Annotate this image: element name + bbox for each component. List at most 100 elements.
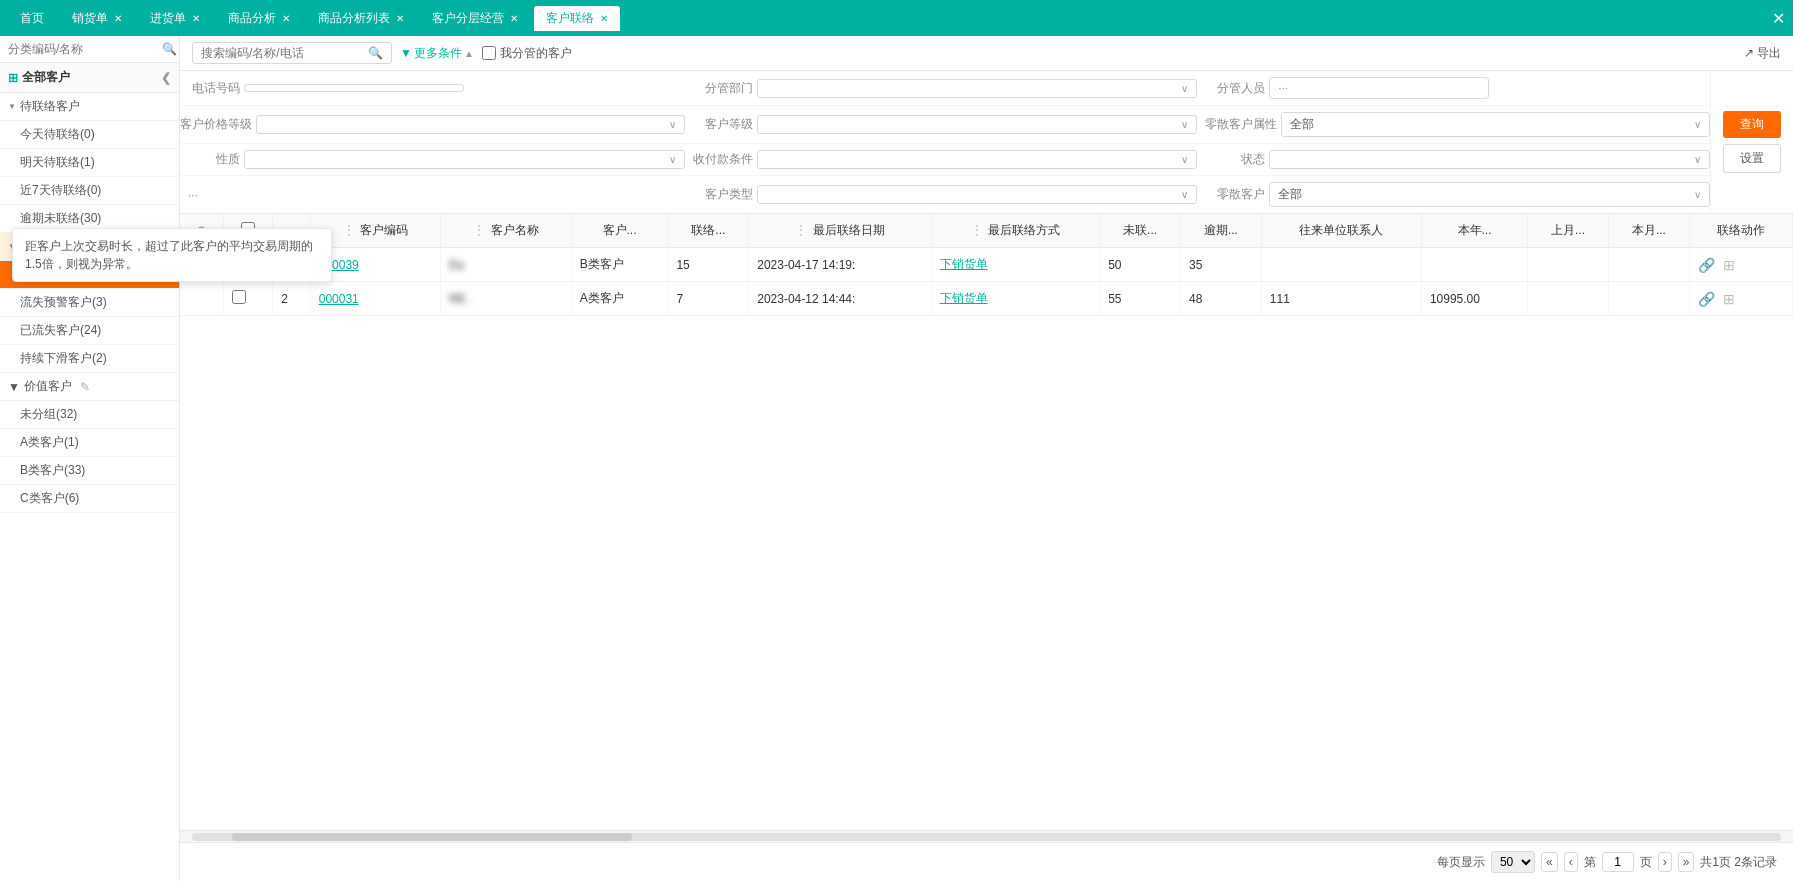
row2-name: RE .	[441, 282, 571, 316]
more-dots-icon[interactable]: ···	[180, 185, 206, 205]
row2-unreached: 55	[1100, 282, 1181, 316]
row1-this-month	[1609, 248, 1690, 282]
filter-person-input[interactable]: ···	[1269, 77, 1489, 99]
row2-settings	[180, 282, 224, 316]
filter-nature-select[interactable]: ∨	[244, 150, 685, 169]
col-overdue: 逾期...	[1181, 214, 1262, 248]
nav-product-list-close[interactable]: ✕	[396, 13, 404, 24]
edit-icon[interactable]: ✎	[80, 380, 90, 394]
scroll-thumb[interactable]	[232, 833, 632, 841]
sort-icon-method: ⋮	[971, 223, 983, 237]
more-conditions-btn[interactable]: ▼ 更多条件 ▲	[400, 45, 474, 62]
nav-product-analysis-close[interactable]: ✕	[282, 13, 290, 24]
per-page-select[interactable]: 50	[1491, 851, 1535, 873]
col-contact: 联络...	[668, 214, 749, 248]
sidebar-item-7days[interactable]: 近7天待联络(0)	[0, 177, 179, 205]
nav-purchase[interactable]: 进货单 ✕	[138, 6, 212, 31]
sidebar-collapse-btn[interactable]: ❮	[161, 71, 171, 85]
sort-icon-date: ⋮	[795, 223, 807, 237]
filter-payment: 收付款条件 ∨	[693, 150, 1198, 169]
sidebar-search-input[interactable]	[8, 42, 158, 56]
last-page-btn[interactable]: »	[1678, 852, 1695, 872]
search-box[interactable]: 🔍	[192, 42, 392, 64]
nav-home[interactable]: 首页	[8, 6, 56, 31]
sidebar-group-value[interactable]: ▼ 价值客户 ✎	[0, 373, 179, 401]
filter-customer-level: 客户等级 ∨	[693, 115, 1198, 134]
filter-customer-type: 客户类型 ∨	[693, 185, 1198, 204]
export-button[interactable]: ↗ 导出	[1744, 45, 1781, 62]
nav-customer-layer-close[interactable]: ✕	[510, 13, 518, 24]
my-customers-check[interactable]	[482, 46, 496, 60]
filter-phone-input[interactable]	[244, 84, 464, 92]
chevron-payment: ∨	[1181, 154, 1188, 165]
next-page-btn[interactable]: ›	[1658, 852, 1672, 872]
sidebar-item-b-class[interactable]: B类客户(33)	[0, 457, 179, 485]
sidebar-item-churn-warning[interactable]: 流失预警客户(3)	[0, 289, 179, 317]
row1-link-icon[interactable]: 🔗	[1698, 257, 1715, 273]
table-row: 2 000031 RE . A类客户 7 2023-04-12 14:44: 下…	[180, 282, 1793, 316]
nav-customer-contact-close[interactable]: ✕	[600, 13, 608, 24]
row1-last-method[interactable]: 下销货单	[931, 248, 1100, 282]
nav-product-list[interactable]: 商品分析列表 ✕	[306, 6, 416, 31]
sidebar-item-a-class[interactable]: A类客户(1)	[0, 429, 179, 457]
col-action: 联络动作	[1689, 214, 1792, 248]
nav-sales[interactable]: 销货单 ✕	[60, 6, 134, 31]
col-type: 客户...	[571, 214, 668, 248]
filter-customer-level-select[interactable]: ∨	[757, 115, 1198, 134]
chevron-nature: ∨	[669, 154, 676, 165]
chevron-status: ∨	[1694, 154, 1701, 165]
filter-price-level-select[interactable]: ∨	[256, 115, 685, 134]
sidebar-item-tomorrow[interactable]: 明天待联络(1)	[0, 149, 179, 177]
filter-customer-type-select[interactable]: ∨	[757, 185, 1198, 204]
sidebar-item-ungroup[interactable]: 未分组(32)	[0, 401, 179, 429]
filter-rows-container: 电话号码 分管部门 ∨ 分管人员 ···	[180, 71, 1710, 213]
dots-icon[interactable]: ···	[1278, 81, 1288, 95]
row2-grid-icon[interactable]: ⊞	[1723, 291, 1735, 307]
filter-price-level: 客户价格等级 ∨	[180, 115, 685, 134]
sidebar-item-c-class[interactable]: C类客户(6)	[0, 485, 179, 513]
customer-table: ⚙ ⋮ 客户编码 ⋮ 客户名称	[180, 214, 1793, 316]
row2-link-icon[interactable]: 🔗	[1698, 291, 1715, 307]
sidebar-all-customers-title: ⊞ 全部客户 ❮	[0, 63, 179, 93]
query-button[interactable]: 查询	[1723, 111, 1781, 138]
row1-grid-icon[interactable]: ⊞	[1723, 257, 1735, 273]
sidebar-item-today[interactable]: 今天待联络(0)	[0, 121, 179, 149]
nav-customer-contact[interactable]: 客户联络 ✕	[534, 6, 620, 31]
row2-this-year: 10995.00	[1421, 282, 1527, 316]
main-search-input[interactable]	[201, 46, 364, 60]
prev-page-btn[interactable]: ‹	[1564, 852, 1578, 872]
filter-payment-select[interactable]: ∨	[757, 150, 1198, 169]
filter-status: 状态 ∨	[1205, 150, 1710, 169]
row2-code[interactable]: 000031	[310, 282, 440, 316]
nav-customer-layer[interactable]: 客户分层经营 ✕	[420, 6, 530, 31]
row2-overdue: 48	[1181, 282, 1262, 316]
nav-purchase-close[interactable]: ✕	[192, 13, 200, 24]
first-page-btn[interactable]: «	[1541, 852, 1558, 872]
filter-dept: 分管部门 ∨	[693, 79, 1198, 98]
my-customers-checkbox[interactable]: 我分管的客户	[482, 45, 572, 62]
row1-contact: 15	[668, 248, 749, 282]
filter-status-select[interactable]: ∨	[1269, 150, 1710, 169]
chevron-ctype: ∨	[1181, 189, 1188, 200]
filter-scattered-attr-select[interactable]: 全部∨	[1281, 112, 1710, 137]
nav-sales-close[interactable]: ✕	[114, 13, 122, 24]
window-close-button[interactable]: ✕	[1772, 9, 1785, 28]
top-navigation: 首页 销货单 ✕ 进货单 ✕ 商品分析 ✕ 商品分析列表 ✕ 客户分层经营 ✕ …	[0, 0, 1793, 36]
row1-unreached: 50	[1100, 248, 1181, 282]
page-number-input[interactable]	[1602, 852, 1634, 872]
row1-type: B类客户	[571, 248, 668, 282]
filter-dept-select[interactable]: ∨	[757, 79, 1198, 98]
filter-scattered-customer-select[interactable]: 全部∨	[1269, 182, 1710, 207]
row2-last-method[interactable]: 下销货单	[931, 282, 1100, 316]
sidebar-search-icon[interactable]: 🔍	[162, 42, 177, 56]
row2-check[interactable]	[232, 290, 246, 304]
search-icon[interactable]: 🔍	[368, 46, 383, 60]
row2-index: 2	[273, 282, 311, 316]
sidebar-group-waiting-contact[interactable]: ▼ 待联络客户	[0, 93, 179, 121]
sidebar-item-churned[interactable]: 已流失客户(24)	[0, 317, 179, 345]
nav-product-analysis[interactable]: 商品分析 ✕	[216, 6, 302, 31]
sidebar-item-declining[interactable]: 持续下滑客户(2)	[0, 345, 179, 373]
settings-button[interactable]: 设置	[1723, 144, 1781, 173]
horizontal-scrollbar[interactable]	[180, 830, 1793, 842]
row2-contacts: 111	[1261, 282, 1421, 316]
